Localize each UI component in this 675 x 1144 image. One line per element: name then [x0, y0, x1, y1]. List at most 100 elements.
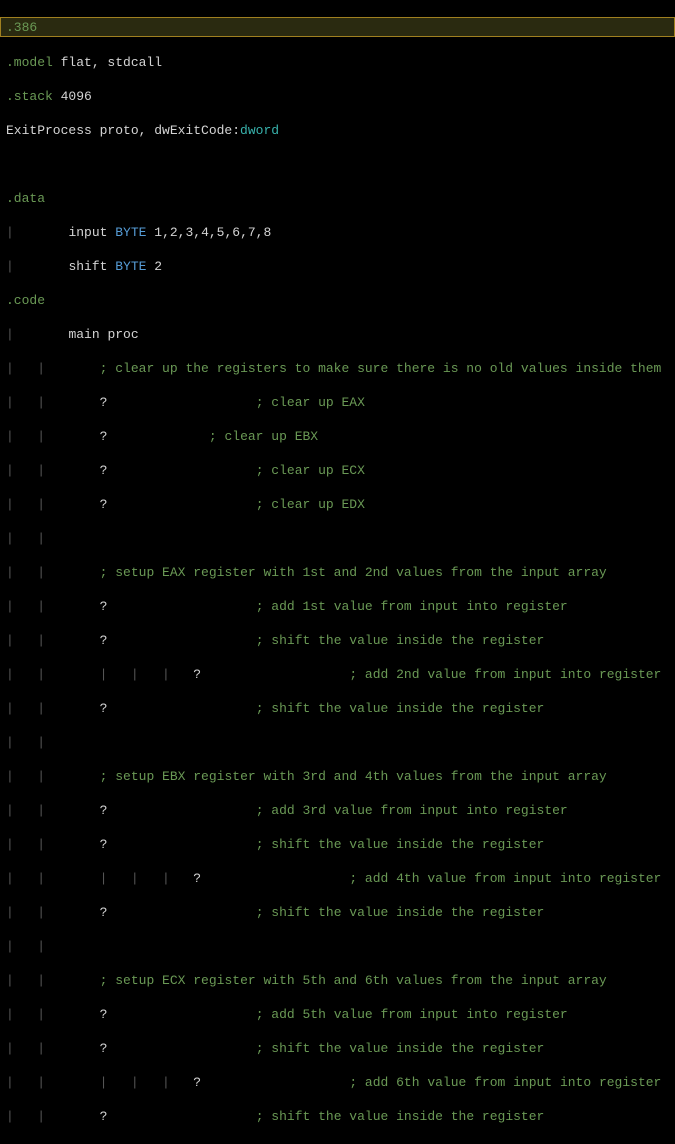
code-line: .stack 4096 [6, 88, 669, 105]
comment: ; shift the value inside the register [256, 633, 545, 648]
indent [68, 599, 99, 614]
code-line: | | | | | ? ; add 6th value from input i… [6, 1074, 669, 1091]
code-line: | | ; setup EAX register with 1st and 2n… [6, 564, 669, 581]
comment: ; add 6th value from input into register [349, 1075, 661, 1090]
indent [68, 973, 99, 988]
indent-guide: | | [6, 871, 68, 886]
identifier: input [68, 225, 115, 240]
indent [68, 837, 99, 852]
indent-guide: | | [6, 463, 68, 478]
comment: ; add 2nd value from input into register [349, 667, 661, 682]
indent-guide: | | [6, 803, 68, 818]
indent [37, 225, 68, 240]
code-line: | | ? ; add 1st value from input into re… [6, 598, 669, 615]
placeholder: ? [100, 905, 108, 920]
code-line: .data [6, 190, 669, 207]
indent [68, 361, 99, 376]
indent [68, 1109, 99, 1124]
code-line: ExitProcess proto, dwExitCode:dword [6, 122, 669, 139]
comment: ; clear up the registers to make sure th… [100, 361, 662, 376]
indent-guide: | | [6, 1041, 68, 1056]
comment: ; setup EAX register with 1st and 2nd va… [100, 565, 607, 580]
code-line: | | ? ; clear up EDX [6, 496, 669, 513]
indent-guide: | | [6, 667, 68, 682]
directive: .data [6, 191, 45, 206]
placeholder: ? [100, 633, 108, 648]
indent-guide: | | [6, 599, 68, 614]
placeholder: ? [100, 463, 108, 478]
code-line: | | [6, 938, 669, 955]
code-line: | | ? ; clear up EAX [6, 394, 669, 411]
indent-guide: | | [6, 531, 68, 546]
indent-guide: | | | [100, 667, 194, 682]
indent-guide: | | [6, 1109, 68, 1124]
placeholder: ? [193, 871, 201, 886]
comment: ; shift the value inside the register [256, 701, 545, 716]
code-line [6, 156, 669, 173]
code-line: .code [6, 292, 669, 309]
type-keyword: BYTE [115, 259, 146, 274]
indent [68, 497, 99, 512]
placeholder: ? [100, 497, 108, 512]
identifier: shift [68, 259, 115, 274]
placeholder: ? [100, 1109, 108, 1124]
code-line: | | ? ; shift the value inside the regis… [6, 632, 669, 649]
indent-guide: | | [6, 633, 68, 648]
code-text: main proc [68, 327, 138, 342]
code-line: .model flat, stdcall [6, 54, 669, 71]
indent [68, 769, 99, 784]
directive: .code [6, 293, 45, 308]
comment: ; add 3rd value from input into register [256, 803, 568, 818]
code-line: | | ? ; add 3rd value from input into re… [6, 802, 669, 819]
code-text: flat, stdcall [53, 55, 162, 70]
current-line: .386 [0, 17, 675, 37]
comment: ; clear up ECX [256, 463, 365, 478]
code-line: | | ; setup EBX register with 3rd and 4t… [6, 768, 669, 785]
code-line: | | ? ; shift the value inside the regis… [6, 904, 669, 921]
placeholder: ? [100, 1007, 108, 1022]
indent-guide: | | [6, 837, 68, 852]
placeholder: ? [193, 1075, 201, 1090]
comment: ; add 1st value from input into register [256, 599, 568, 614]
code-line: | | [6, 734, 669, 751]
code-text: 1,2,3,4,5,6,7,8 [146, 225, 271, 240]
indent [68, 871, 99, 886]
indent [68, 1075, 99, 1090]
code-line: | | [6, 530, 669, 547]
indent-guide: | | [6, 429, 68, 444]
indent [68, 803, 99, 818]
code-line: | | | | | ? ; add 4th value from input i… [6, 870, 669, 887]
code-text: 4096 [53, 89, 92, 104]
placeholder: ? [100, 803, 108, 818]
code-line: | | ? ; shift the value inside the regis… [6, 836, 669, 853]
code-line: | | ? ; shift the value inside the regis… [6, 1040, 669, 1057]
code-line: | | ? ; add 5th value from input into re… [6, 1006, 669, 1023]
type-keyword: BYTE [115, 225, 146, 240]
comment: ; shift the value inside the register [256, 1041, 545, 1056]
indent [68, 701, 99, 716]
comment: ; clear up EAX [256, 395, 365, 410]
code-line: | | ? ; clear up EBX [6, 428, 669, 445]
code-editor: .386 .model flat, stdcall .stack 4096 Ex… [0, 0, 675, 1144]
indent [68, 565, 99, 580]
code-text: 2 [146, 259, 162, 274]
indent-guide: | | [6, 939, 68, 954]
comment: ; shift the value inside the register [256, 1109, 545, 1124]
indent-guide: | [6, 259, 37, 274]
code-line: | shift BYTE 2 [6, 258, 669, 275]
type-keyword: dword [240, 123, 279, 138]
indent [68, 633, 99, 648]
comment: ; clear up EBX [209, 429, 318, 444]
indent-guide: | [6, 327, 37, 342]
indent-guide: | | [6, 769, 68, 784]
code-line: | input BYTE 1,2,3,4,5,6,7,8 [6, 224, 669, 241]
indent [37, 327, 68, 342]
indent [68, 667, 99, 682]
comment: ; shift the value inside the register [256, 837, 545, 852]
placeholder: ? [100, 395, 108, 410]
indent [68, 463, 99, 478]
code-line: | | ; setup ECX register with 5th and 6t… [6, 972, 669, 989]
indent-guide: | | | [100, 871, 194, 886]
indent [68, 429, 99, 444]
indent-guide: | [6, 225, 37, 240]
